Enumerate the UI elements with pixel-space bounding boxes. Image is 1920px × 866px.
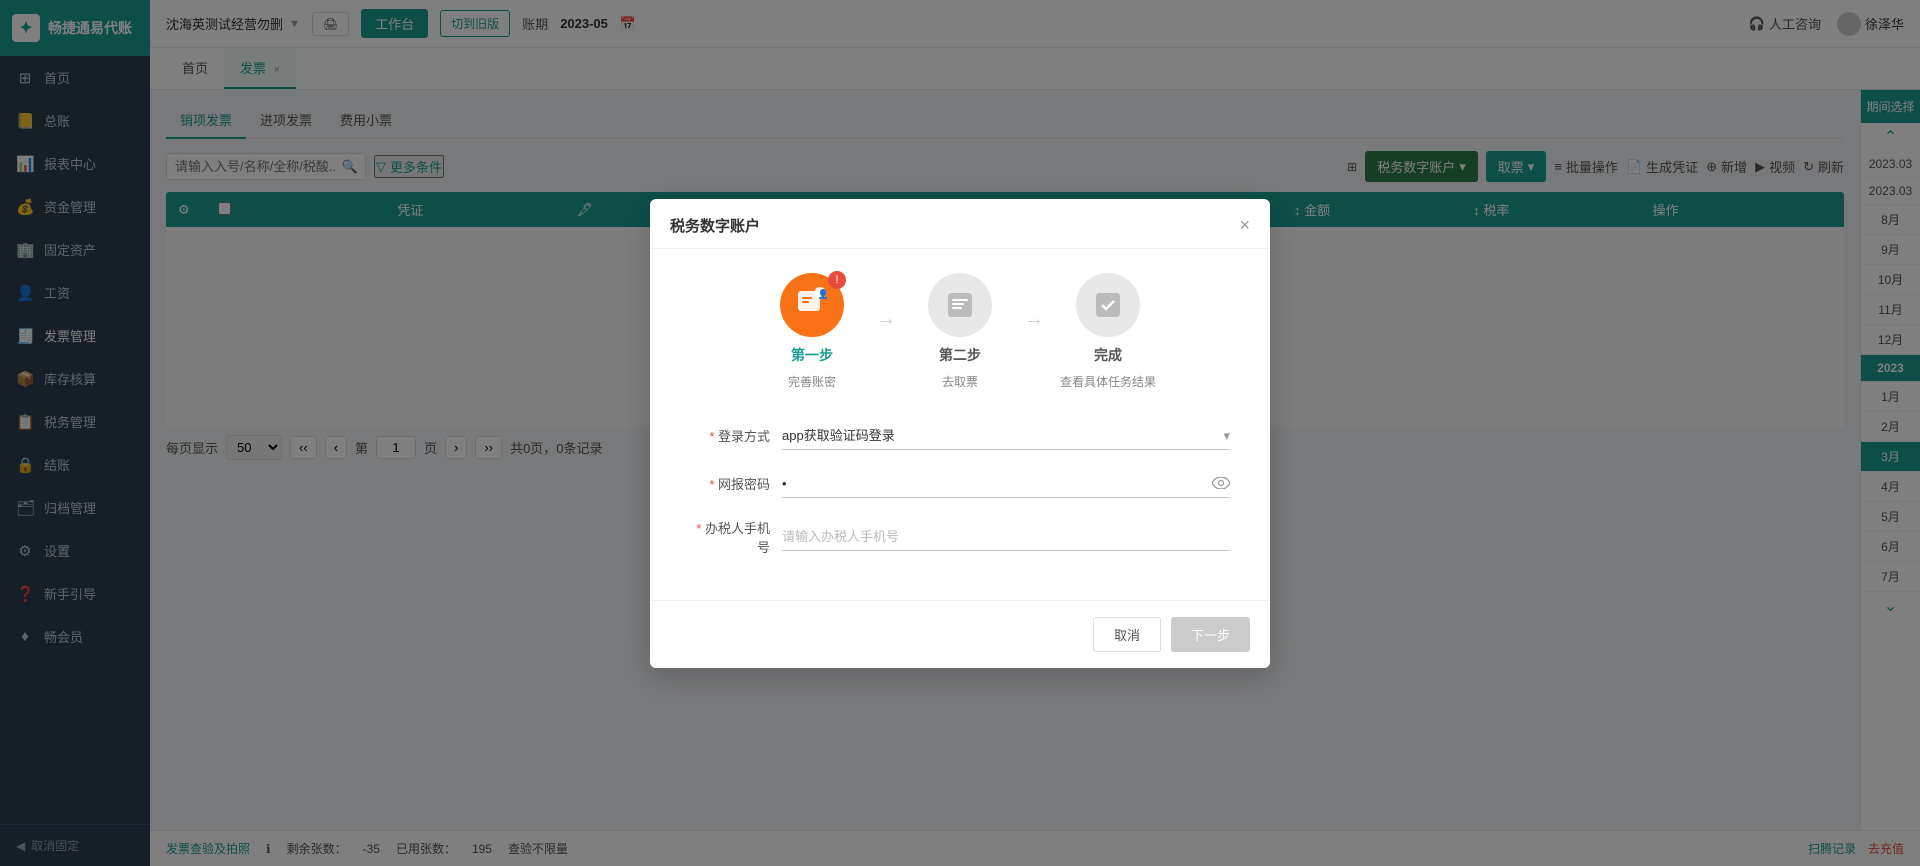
next-button[interactable]: 下一步 — [1171, 617, 1250, 652]
login-method-select-wrap: app获取验证码登录 ▾ — [782, 422, 1230, 450]
step-3-icon-wrap — [1076, 273, 1140, 337]
step-arrow-1: → — [876, 308, 896, 355]
step-2-icon-wrap — [928, 273, 992, 337]
password-input[interactable] — [782, 470, 1230, 498]
step-2: 第二步 去取票 — [900, 273, 1020, 390]
step-2-label: 第二步 — [939, 345, 981, 365]
password-row: 网报密码 — [690, 470, 1230, 498]
password-label: 网报密码 — [690, 474, 770, 493]
steps: 👤 ! 第一步 完善账密 → — [690, 273, 1230, 390]
login-method-select[interactable]: app获取验证码登录 — [782, 422, 1230, 450]
modal-footer: 取消 下一步 — [650, 600, 1270, 668]
phone-row: 办税人手机号 — [690, 518, 1230, 556]
step-1: 👤 ! 第一步 完善账密 — [752, 273, 872, 390]
tax-digital-modal: 税务数字账户 × 👤 — [650, 199, 1270, 668]
modal-overlay: 税务数字账户 × 👤 — [0, 0, 1920, 866]
phone-input[interactable] — [782, 523, 1230, 551]
eye-icon[interactable] — [1212, 476, 1230, 492]
step-3-label: 完成 — [1094, 345, 1122, 365]
step-3-desc: 查看具体任务结果 — [1060, 373, 1156, 390]
step-1-icon: 👤 — [794, 283, 830, 326]
svg-text:👤: 👤 — [818, 288, 829, 299]
phone-input-wrap — [782, 523, 1230, 551]
step-2-desc: 去取票 — [942, 373, 978, 390]
modal-title: 税务数字账户 — [670, 215, 760, 236]
cancel-button[interactable]: 取消 — [1093, 617, 1161, 652]
login-method-row: 登录方式 app获取验证码登录 ▾ — [690, 422, 1230, 450]
password-input-wrap — [782, 470, 1230, 498]
step-1-label: 第一步 — [791, 345, 833, 365]
modal-close-button[interactable]: × — [1239, 215, 1250, 236]
phone-label: 办税人手机号 — [690, 518, 770, 556]
step-1-icon-wrap: 👤 ! — [780, 273, 844, 337]
step-1-badge: ! — [828, 271, 846, 289]
login-method-label: 登录方式 — [690, 426, 770, 445]
modal-header: 税务数字账户 × — [650, 199, 1270, 249]
step-arrow-2: → — [1024, 308, 1044, 355]
step-3: 完成 查看具体任务结果 — [1048, 273, 1168, 390]
step-1-desc: 完善账密 — [788, 373, 836, 390]
modal-body: 👤 ! 第一步 完善账密 → — [650, 249, 1270, 600]
